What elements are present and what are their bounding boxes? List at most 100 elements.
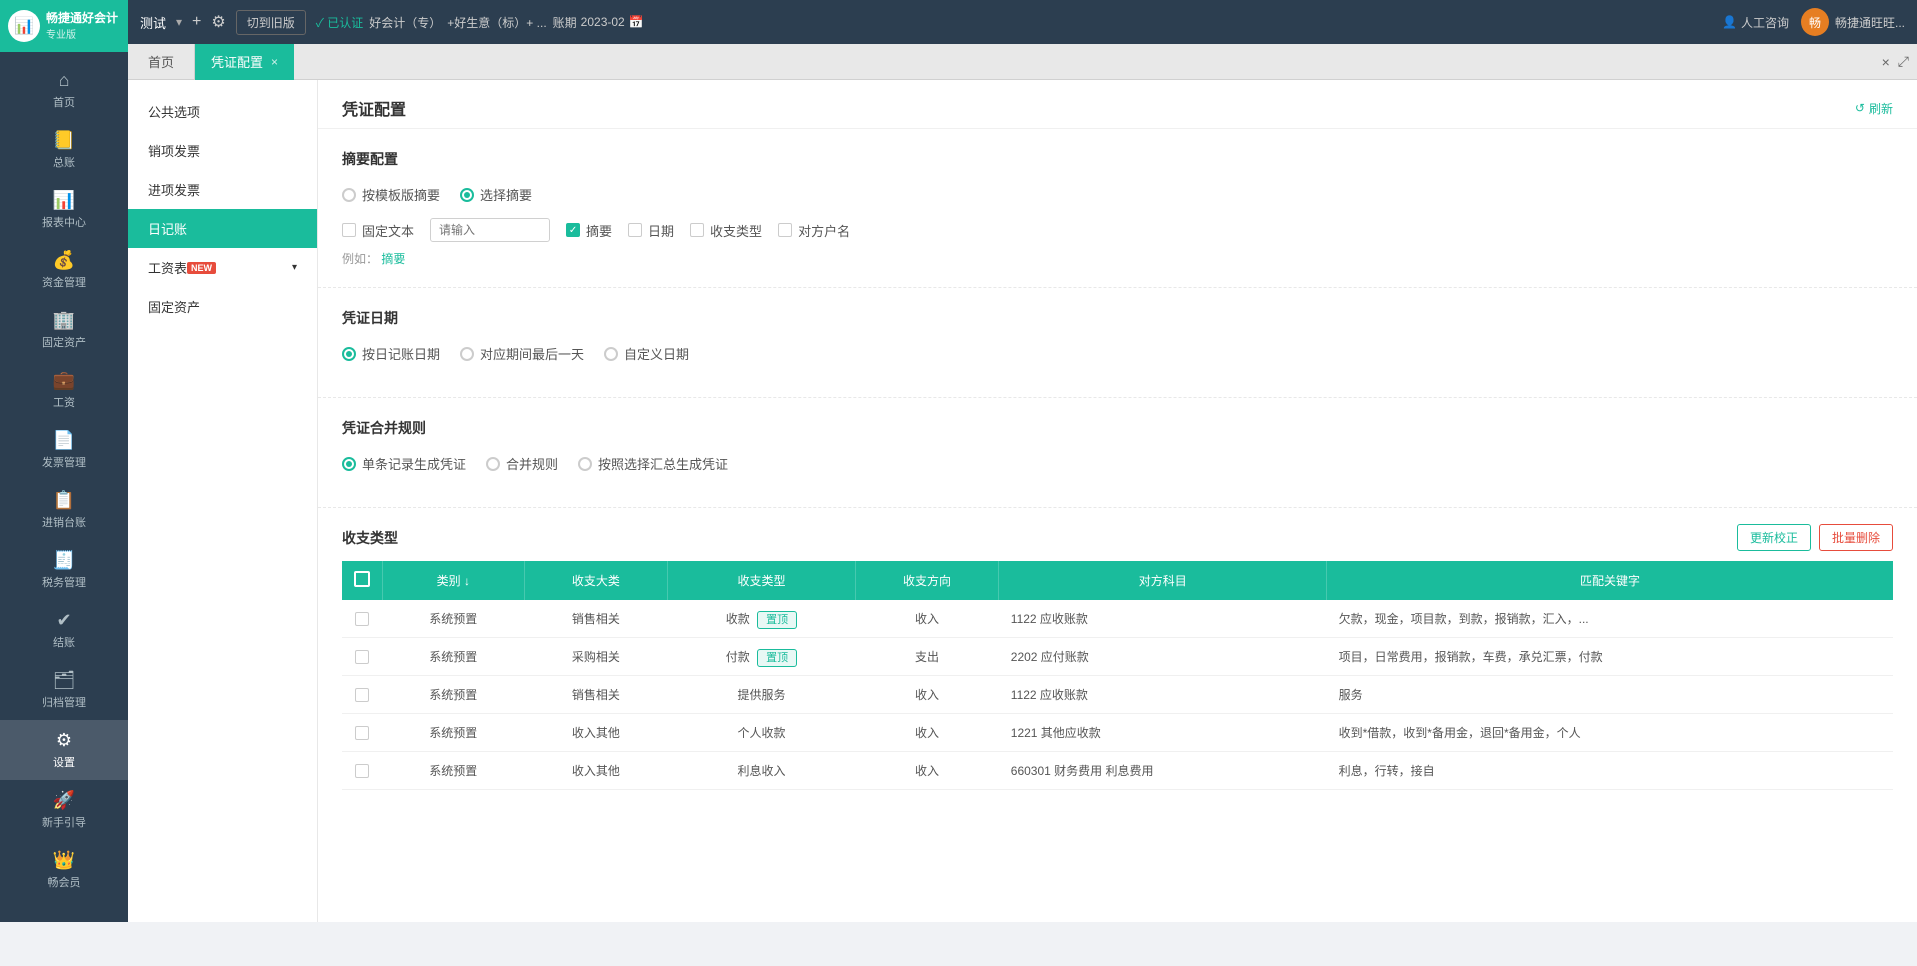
- sidebar-item-reports[interactable]: 📊 报表中心: [0, 180, 128, 240]
- refresh-icon: ↺: [1855, 101, 1865, 115]
- checkbox-date[interactable]: 日期: [628, 221, 674, 240]
- fixed-text-input[interactable]: [430, 218, 550, 242]
- logo-sub: 专业版: [46, 26, 118, 41]
- radio-template-circle: [342, 188, 356, 202]
- income-expense-table: 类别 ↓ 收支大类 收支类型 收支方向 对方科目 匹配关键字 系统预置: [342, 561, 1893, 790]
- row-checkbox-3[interactable]: [355, 726, 369, 740]
- radio-journal-date[interactable]: 按日记账日期: [342, 344, 440, 363]
- td-category-2: 系统预置: [383, 676, 525, 714]
- refresh-button[interactable]: ↺ 刷新: [1855, 100, 1893, 117]
- batch-delete-button[interactable]: 批量删除: [1819, 524, 1893, 551]
- add-button[interactable]: +: [192, 13, 201, 31]
- td-category-3: 系统预置: [383, 714, 525, 752]
- sidebar-item-newbie[interactable]: 🚀 新手引导: [0, 780, 128, 840]
- type-badge-0[interactable]: 置顶: [757, 611, 797, 629]
- menu-item-fixed-assets[interactable]: 固定资产: [128, 287, 317, 326]
- calendar-icon[interactable]: 📅: [629, 15, 644, 29]
- sidebar-item-vip[interactable]: 👑 畅会员: [0, 840, 128, 900]
- window-close-icon[interactable]: ×: [1882, 54, 1890, 70]
- row-checkbox-1[interactable]: [355, 650, 369, 664]
- td-direction-1: 支出: [855, 638, 999, 676]
- sidebar-item-label: 工资: [53, 394, 75, 410]
- radio-single[interactable]: 单条记录生成凭证: [342, 454, 466, 473]
- checkbox-fixed-text[interactable]: 固定文本: [342, 221, 414, 240]
- row-checkbox-2[interactable]: [355, 688, 369, 702]
- select-all-checkbox[interactable]: [354, 571, 370, 587]
- user-menu[interactable]: 畅 畅捷通旺旺...: [1801, 8, 1905, 36]
- topbar-settings-icon[interactable]: ⚙: [211, 12, 225, 32]
- sidebar-item-funds[interactable]: 💰 资金管理: [0, 240, 128, 300]
- sidebar-item-tax[interactable]: 🧾 税务管理: [0, 540, 128, 600]
- sidebar-item-label: 税务管理: [42, 574, 86, 590]
- section-merge-rules: 凭证合并规则 单条记录生成凭证 合并规则 按照选择汇总生成凭证: [318, 398, 1917, 508]
- single-circle: [342, 457, 356, 471]
- journal-date-circle: [342, 347, 356, 361]
- td-type-4: 利息收入: [668, 752, 856, 790]
- menu-item-public[interactable]: 公共选项: [128, 92, 317, 131]
- menu-item-journal[interactable]: 日记账: [128, 209, 317, 248]
- sidebar-item-settlement[interactable]: ✔ 结账: [0, 600, 128, 660]
- window-expand-icon[interactable]: ⤢: [1898, 53, 1909, 70]
- assets-icon: 🏢: [53, 310, 75, 331]
- panel-header: 凭证配置 ↺ 刷新: [318, 80, 1917, 129]
- menu-item-purchase-invoice[interactable]: 进项发票: [128, 170, 317, 209]
- checkbox-category[interactable]: 收支类型: [690, 221, 762, 240]
- td-major-4: 收入其他: [524, 752, 668, 790]
- tab-bar: 首页 凭证配置 × × ⤢: [128, 44, 1917, 80]
- tab-close-icon[interactable]: ×: [271, 55, 278, 69]
- tab-home[interactable]: 首页: [128, 44, 195, 80]
- checkbox-summary[interactable]: ✓ 摘要: [566, 221, 612, 240]
- th-keywords: 匹配关键字: [1327, 561, 1893, 600]
- sidebar-item-settings[interactable]: ⚙ 设置: [0, 720, 128, 780]
- merge-rules-radio-group: 单条记录生成凭证 合并规则 按照选择汇总生成凭证: [342, 454, 1893, 473]
- section-voucher-date: 凭证日期 按日记账日期 对应期间最后一天 自定义日期: [318, 288, 1917, 398]
- home-icon: ⌂: [59, 70, 70, 91]
- content-area: 公共选项 销项发票 进项发票 日记账 工资表 NEW ▾ 固定资产 凭证配置 ↺…: [128, 80, 1917, 922]
- switch-version-button[interactable]: 切到旧版: [236, 10, 306, 35]
- example-text: 例如： 摘要: [342, 250, 1893, 267]
- sidebar-item-purchase-sales[interactable]: 📋 进销台账: [0, 480, 128, 540]
- sidebar-item-home[interactable]: ⌂ 首页: [0, 60, 128, 120]
- sidebar-item-ledger[interactable]: 📒 总账: [0, 120, 128, 180]
- sidebar-item-invoice[interactable]: 📄 发票管理: [0, 420, 128, 480]
- table-row: 系统预置 销售相关 收款 置顶 收入 1122 应收账款 欠款，现金，项目款，到…: [342, 600, 1893, 638]
- sidebar-nav: ⌂ 首页 📒 总账 📊 报表中心 💰 资金管理 🏢 固定资产 💼 工资 📄 发票…: [0, 52, 128, 922]
- radio-select[interactable]: 选择摘要: [460, 185, 532, 204]
- logo-icon: 📊: [8, 10, 40, 42]
- sidebar-item-salary[interactable]: 💼 工资: [0, 360, 128, 420]
- newbie-icon: 🚀: [53, 790, 75, 811]
- service-button[interactable]: 👤 人工咨询: [1722, 14, 1789, 31]
- accounting-tag: 好会计（专）: [369, 14, 441, 31]
- td-account-3: 1221 其他应收款: [999, 714, 1327, 752]
- menu-item-sales-invoice[interactable]: 销项发票: [128, 131, 317, 170]
- logo-text: 畅捷通好会计: [46, 11, 118, 27]
- income-expense-title: 收支类型: [342, 528, 398, 548]
- radio-select-total[interactable]: 按照选择汇总生成凭证: [578, 454, 728, 473]
- sidebar-item-label: 归档管理: [42, 694, 86, 710]
- radio-merge[interactable]: 合并规则: [486, 454, 558, 473]
- sidebar-item-label: 发票管理: [42, 454, 86, 470]
- row-checkbox-4[interactable]: [355, 764, 369, 778]
- sidebar-item-archive[interactable]: 🗂 归档管理: [0, 660, 128, 720]
- app-logo: 📊 畅捷通好会计 专业版: [0, 0, 128, 52]
- th-checkbox[interactable]: [342, 561, 383, 600]
- radio-custom-date[interactable]: 自定义日期: [604, 344, 689, 363]
- tab-voucher-config[interactable]: 凭证配置 ×: [195, 44, 294, 80]
- table-toolbar: 更新校正 批量删除: [1737, 524, 1893, 551]
- row-checkbox-0[interactable]: [355, 612, 369, 626]
- reports-icon: 📊: [53, 190, 75, 211]
- sidebar-item-label: 新手引导: [42, 814, 86, 830]
- company-dropdown-icon[interactable]: ▾: [176, 15, 182, 29]
- td-major-3: 收入其他: [524, 714, 668, 752]
- td-account-4: 660301 财务费用 利息费用: [999, 752, 1327, 790]
- table-row: 系统预置 收入其他 利息收入 收入 660301 财务费用 利息费用 利息，行转…: [342, 752, 1893, 790]
- radio-template[interactable]: 按模板版摘要: [342, 185, 440, 204]
- update-correct-button[interactable]: 更新校正: [1737, 524, 1811, 551]
- type-badge-1[interactable]: 置顶: [757, 649, 797, 667]
- td-account-1: 2202 应付账款: [999, 638, 1327, 676]
- date-checkbox: [628, 223, 642, 237]
- menu-item-payroll[interactable]: 工资表 NEW ▾: [128, 248, 317, 287]
- checkbox-counterparty[interactable]: 对方户名: [778, 221, 850, 240]
- sidebar-item-assets[interactable]: 🏢 固定资产: [0, 300, 128, 360]
- radio-period-last[interactable]: 对应期间最后一天: [460, 344, 584, 363]
